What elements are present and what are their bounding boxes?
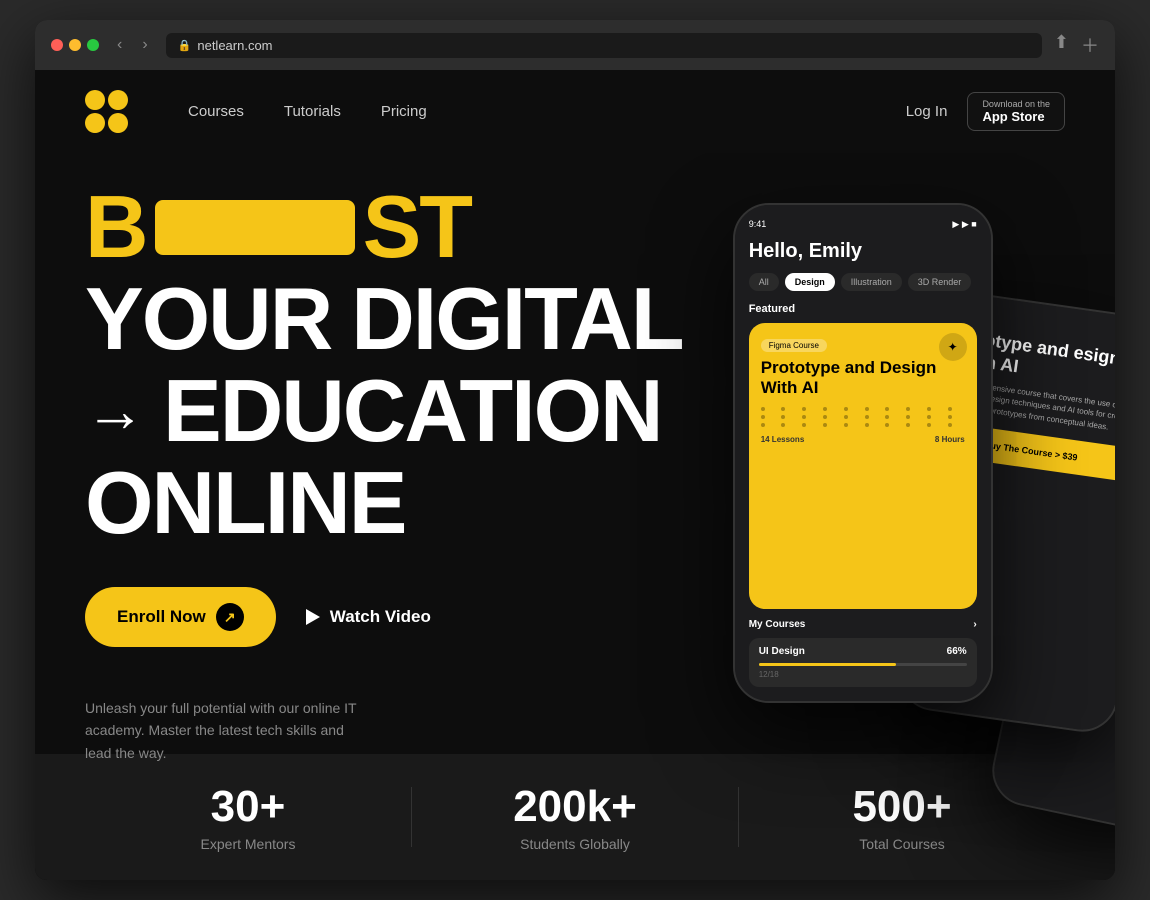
course-name-label: UI Design bbox=[759, 646, 805, 657]
address-bar[interactable]: 🔒 netlearn.com bbox=[166, 33, 1042, 58]
tab-3d[interactable]: 3D Render bbox=[908, 273, 972, 291]
title-arrow: → bbox=[85, 381, 143, 441]
boost-bar-decoration bbox=[155, 200, 355, 255]
hero-buttons: Enroll Now ↗ Watch Video bbox=[85, 587, 683, 647]
course-progress-fill bbox=[759, 663, 896, 666]
share-icon[interactable]: ⬆ bbox=[1054, 32, 1069, 58]
dot-pattern bbox=[761, 407, 965, 427]
my-courses-arrow: › bbox=[973, 619, 976, 630]
browser-window: ‹ › 🔒 netlearn.com ⬆ ＋ Courses bbox=[35, 20, 1115, 880]
traffic-light-yellow[interactable] bbox=[69, 39, 81, 51]
phone-time: 9:41 bbox=[749, 219, 767, 230]
tab-design[interactable]: Design bbox=[785, 273, 835, 291]
nav-tutorials[interactable]: Tutorials bbox=[284, 103, 341, 120]
browser-chrome: ‹ › 🔒 netlearn.com ⬆ ＋ bbox=[35, 20, 1115, 70]
title-online: ONLINE bbox=[85, 453, 405, 552]
card-lessons: 14 Lessons bbox=[761, 435, 805, 444]
card-title: Prototype and Design With AI bbox=[761, 358, 965, 399]
figma-badge: Figma Course bbox=[761, 339, 827, 352]
tab-all[interactable]: All bbox=[749, 273, 779, 291]
tab-illustration[interactable]: Illustration bbox=[841, 273, 902, 291]
watch-label: Watch Video bbox=[330, 607, 431, 627]
phone-icons: ▶ ▶ ■ bbox=[952, 219, 976, 230]
course-progress-label: 66% bbox=[947, 646, 967, 657]
logo bbox=[85, 90, 128, 133]
nav-pricing[interactable]: Pricing bbox=[381, 103, 427, 120]
title-your: YOUR bbox=[85, 275, 331, 363]
nav-courses[interactable]: Courses bbox=[188, 103, 244, 120]
card-meta: 14 Lessons 8 Hours bbox=[761, 435, 965, 444]
traffic-light-red[interactable] bbox=[51, 39, 63, 51]
phone-main: 9:41 ▶ ▶ ■ Hello, Emily All Design Illus… bbox=[733, 203, 993, 703]
hero-description: Unleash your full potential with our onl… bbox=[85, 697, 365, 764]
title-oost: ST bbox=[363, 183, 471, 271]
enroll-label: Enroll Now bbox=[117, 607, 206, 627]
course-count: 12/18 bbox=[759, 670, 967, 679]
card-hours: 8 Hours bbox=[935, 435, 965, 444]
back-button[interactable]: ‹ bbox=[111, 34, 128, 56]
card-icon: ✦ bbox=[939, 333, 967, 361]
nav-links: Courses Tutorials Pricing bbox=[188, 103, 906, 120]
phone-tabs: All Design Illustration 3D Render bbox=[749, 273, 977, 291]
course-name: UI Design 66% bbox=[759, 646, 967, 657]
browser-actions: ⬆ ＋ bbox=[1054, 32, 1099, 58]
title-education: EDUCATION bbox=[163, 367, 662, 455]
title-b: B bbox=[85, 183, 147, 271]
watch-video-button[interactable]: Watch Video bbox=[306, 607, 431, 627]
phone-main-screen: 9:41 ▶ ▶ ■ Hello, Emily All Design Illus… bbox=[735, 205, 991, 701]
buy-label: Buy The Course > $39 bbox=[983, 439, 1078, 462]
course-progress-bar bbox=[759, 663, 967, 666]
traffic-light-green[interactable] bbox=[87, 39, 99, 51]
enroll-arrow-icon: ↗ bbox=[216, 603, 244, 631]
title-line-online: ONLINE bbox=[85, 459, 683, 547]
traffic-lights bbox=[51, 39, 99, 51]
lock-icon: 🔒 bbox=[178, 39, 192, 52]
featured-label: Featured bbox=[749, 303, 977, 315]
phone-status-bar: 9:41 ▶ ▶ ■ bbox=[749, 219, 977, 230]
website-content: Courses Tutorials Pricing Log In Downloa… bbox=[35, 70, 1115, 880]
hero-left: B ST YOUR DIGITAL → EDUCATION ONLINE bbox=[85, 183, 683, 880]
enroll-now-button[interactable]: Enroll Now ↗ bbox=[85, 587, 276, 647]
my-courses-header: My Courses › bbox=[749, 619, 977, 630]
url-text: netlearn.com bbox=[197, 38, 272, 53]
nav-right: Log In Download on the App Store bbox=[906, 92, 1065, 131]
login-button[interactable]: Log In bbox=[906, 103, 948, 120]
stat-courses-label: Total Courses bbox=[739, 836, 1065, 852]
nav-buttons: ‹ › bbox=[111, 34, 154, 56]
my-courses-section: My Courses › UI Design 66% bbox=[749, 619, 977, 687]
title-line-your-digital: YOUR DIGITAL bbox=[85, 275, 683, 363]
hero-title: B ST YOUR DIGITAL → EDUCATION ONLINE bbox=[85, 183, 683, 547]
title-line-boost: B ST bbox=[85, 183, 683, 271]
course-item: UI Design 66% 12/18 bbox=[749, 638, 977, 687]
title-line-education: → EDUCATION bbox=[85, 367, 683, 455]
title-digital: DIGITAL bbox=[351, 275, 682, 363]
appstore-button[interactable]: Download on the App Store bbox=[967, 92, 1065, 131]
phone-greeting: Hello, Emily bbox=[749, 240, 977, 263]
new-tab-icon[interactable]: ＋ bbox=[1081, 32, 1099, 58]
navigation: Courses Tutorials Pricing Log In Downloa… bbox=[35, 70, 1115, 153]
play-icon bbox=[306, 609, 320, 625]
forward-button[interactable]: › bbox=[136, 34, 153, 56]
appstore-sub-text: Download on the bbox=[982, 99, 1050, 109]
appstore-main-text: App Store bbox=[982, 109, 1044, 124]
my-courses-label: My Courses bbox=[749, 619, 806, 630]
featured-card: ✦ Figma Course Prototype and Design With… bbox=[749, 323, 977, 609]
